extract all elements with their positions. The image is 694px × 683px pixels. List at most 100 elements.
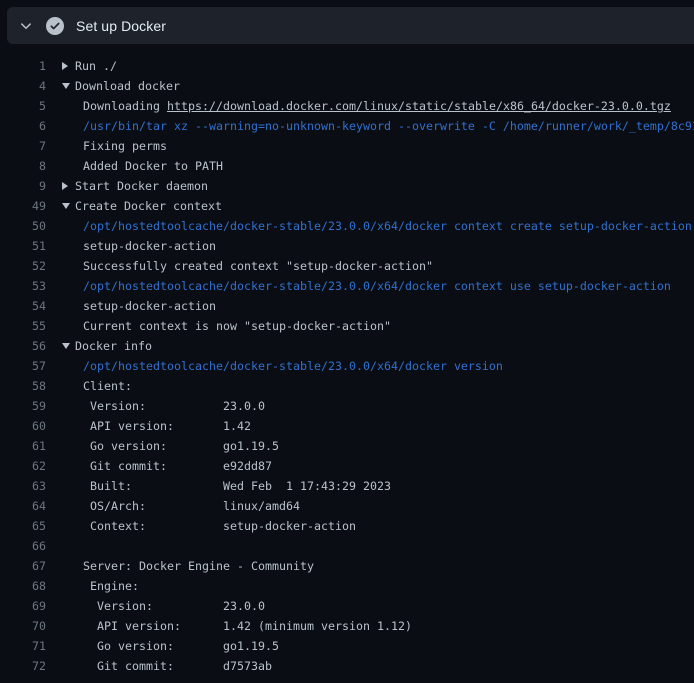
log-text: Version: 23.0.0: [83, 596, 265, 616]
chevron-down-icon: [62, 203, 70, 209]
step-header[interactable]: Set up Docker: [7, 7, 694, 44]
log-line: 68 Engine:: [0, 576, 694, 596]
log-line: 62 Git commit: e92dd87: [0, 456, 694, 476]
log-line: 51 setup-docker-action: [0, 236, 694, 256]
log-text: Fixing perms: [83, 136, 167, 156]
group-title: Start Docker daemon: [75, 179, 208, 193]
line-number[interactable]: 59: [0, 396, 46, 416]
log-text: setup-docker-action: [83, 236, 216, 256]
log-text: Git commit: d7573ab: [83, 656, 272, 676]
log-line: 5 Downloading https://download.docker.com…: [0, 96, 694, 116]
line-number[interactable]: 52: [0, 256, 46, 276]
log-line: 59 Version: 23.0.0: [0, 396, 694, 416]
log-text: Go version: go1.19.5: [83, 436, 279, 456]
chevron-down-icon[interactable]: [18, 18, 34, 34]
log-line: 49 Create Docker context: [0, 196, 694, 216]
log-line: 69 Version: 23.0.0: [0, 596, 694, 616]
log-line: 56 Docker info: [0, 336, 694, 356]
chevron-down-icon: [62, 343, 70, 349]
group-title: Docker info: [75, 339, 152, 353]
log-text: Context: setup-docker-action: [83, 516, 356, 536]
log-text: Server: Docker Engine - Community: [83, 556, 314, 576]
group-title: Run ./: [75, 59, 117, 73]
log-line: 60 API version: 1.42: [0, 416, 694, 436]
log-text: Git commit: e92dd87: [83, 456, 272, 476]
log-line: 57/opt/hostedtoolcache/docker-stable/23.…: [0, 356, 694, 376]
log-lines: 1 Run ./ 4 Download docker 5 Downloading http…: [0, 56, 694, 676]
line-number[interactable]: 55: [0, 316, 46, 336]
log-line: 1 Run ./: [0, 56, 694, 76]
log-line: 66: [0, 536, 694, 556]
line-number[interactable]: 61: [0, 436, 46, 456]
line-number[interactable]: 7: [0, 136, 46, 156]
log-line: 61 Go version: go1.19.5: [0, 436, 694, 456]
log-line: 70 API version: 1.42 (minimum version 1.…: [0, 616, 694, 636]
log-line: 8Added Docker to PATH: [0, 156, 694, 176]
log-line: 65 Context: setup-docker-action: [0, 516, 694, 536]
line-number[interactable]: 65: [0, 516, 46, 536]
log-text: Downloading https://download.docker.com/…: [83, 96, 671, 116]
log-text: Engine:: [83, 576, 139, 596]
line-number[interactable]: 64: [0, 496, 46, 516]
line-number[interactable]: 4: [0, 76, 46, 96]
log-link[interactable]: https://download.docker.com/linux/static…: [167, 99, 671, 113]
log-text: Built: Wed Feb 1 17:43:29 2023: [83, 476, 391, 496]
log-line: 54setup-docker-action: [0, 296, 694, 316]
line-number[interactable]: 51: [0, 236, 46, 256]
line-number[interactable]: 70: [0, 616, 46, 636]
line-number[interactable]: 71: [0, 636, 46, 656]
line-number[interactable]: 49: [0, 196, 46, 216]
line-number[interactable]: 57: [0, 356, 46, 376]
log-line: 6/usr/bin/tar xz --warning=no-unknown-ke…: [0, 116, 694, 136]
group-toggle[interactable]: Run ./: [62, 56, 117, 76]
log-text: API version: 1.42: [83, 416, 251, 436]
line-number[interactable]: 9: [0, 176, 46, 196]
line-number[interactable]: 60: [0, 416, 46, 436]
log-text: Downloading: [83, 99, 167, 113]
chevron-right-icon: [62, 182, 68, 190]
line-number[interactable]: 54: [0, 296, 46, 316]
log-line: 63 Built: Wed Feb 1 17:43:29 2023: [0, 476, 694, 496]
line-number[interactable]: 58: [0, 376, 46, 396]
line-number[interactable]: 62: [0, 456, 46, 476]
command-text: /usr/bin/tar xz --warning=no-unknown-key…: [83, 116, 694, 136]
log-line: 9 Start Docker daemon: [0, 176, 694, 196]
log-line: 52 Successfully created context "setup-do…: [0, 256, 694, 276]
chevron-right-icon: [62, 62, 68, 70]
log-line: 4 Download docker: [0, 76, 694, 96]
line-number[interactable]: 1: [0, 56, 46, 76]
line-number[interactable]: 56: [0, 336, 46, 356]
chevron-down-icon: [62, 83, 70, 89]
log-text: OS/Arch: linux/amd64: [83, 496, 300, 516]
line-number[interactable]: 67: [0, 556, 46, 576]
group-toggle[interactable]: Create Docker context: [62, 196, 222, 216]
step-title: Set up Docker: [76, 18, 166, 34]
line-number[interactable]: 8: [0, 156, 46, 176]
line-number[interactable]: 5: [0, 96, 46, 116]
group-toggle[interactable]: Download docker: [62, 76, 180, 96]
line-number[interactable]: 72: [0, 656, 46, 676]
log-line: 50/opt/hostedtoolcache/docker-stable/23.…: [0, 216, 694, 236]
line-number[interactable]: 69: [0, 596, 46, 616]
line-number[interactable]: 6: [0, 116, 46, 136]
group-toggle[interactable]: Docker info: [62, 336, 152, 356]
log-line: 53/opt/hostedtoolcache/docker-stable/23.…: [0, 276, 694, 296]
log-line: 67 Server: Docker Engine - Community: [0, 556, 694, 576]
log-line: 71 Go version: go1.19.5: [0, 636, 694, 656]
log-text: Version: 23.0.0: [83, 396, 265, 416]
log-text: Client:: [83, 376, 132, 396]
log-text: Go version: go1.19.5: [83, 636, 279, 656]
line-number[interactable]: 63: [0, 476, 46, 496]
log-text: Successfully created context "setup-dock…: [83, 256, 433, 276]
log-line: 55Current context is now "setup-docker-a…: [0, 316, 694, 336]
group-title: Download docker: [75, 79, 180, 93]
check-circle-icon: [46, 17, 64, 35]
line-number[interactable]: 68: [0, 576, 46, 596]
line-number[interactable]: 66: [0, 536, 46, 556]
log-line: 58 Client:: [0, 376, 694, 396]
group-title: Create Docker context: [75, 199, 222, 213]
line-number[interactable]: 53: [0, 276, 46, 296]
log-line: 7 Fixing perms: [0, 136, 694, 156]
line-number[interactable]: 50: [0, 216, 46, 236]
group-toggle[interactable]: Start Docker daemon: [62, 176, 208, 196]
